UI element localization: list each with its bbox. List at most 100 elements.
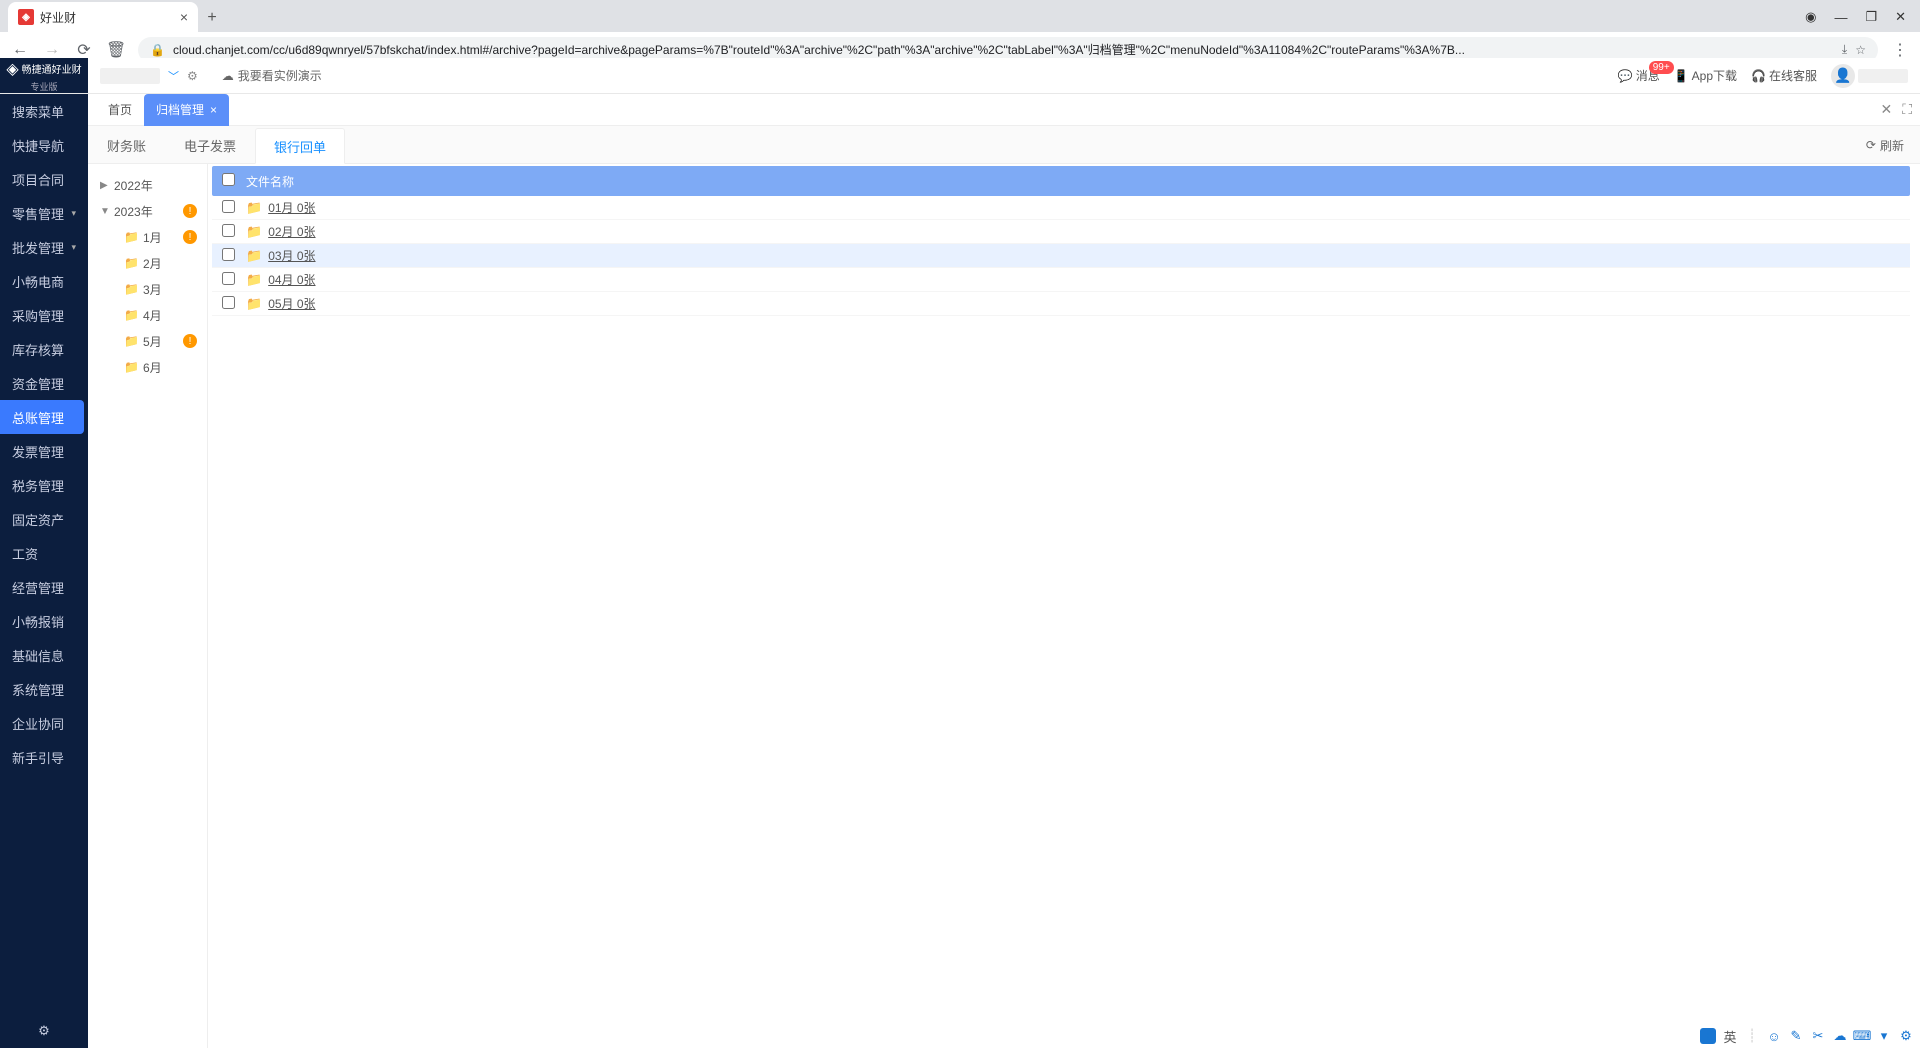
forward-icon[interactable]: → [42,41,62,59]
sidebar-item-15[interactable]: 小畅报销 [0,604,88,638]
sidebar-item-13[interactable]: 工资 [0,536,88,570]
service-button[interactable]: 🎧 在线客服 [1751,67,1817,84]
brand-block: ◈畅捷通好业财 专业版 [0,58,88,93]
close-all-icon[interactable]: ✕ [1880,101,1892,118]
sub-tab-1[interactable]: 电子发票 [165,127,255,163]
sub-tabs: 财务账电子发票银行回单 ⟳ 刷新 [88,126,1920,164]
new-tab-button[interactable]: + [198,4,226,32]
sidebar-item-9[interactable]: 总账管理 [0,400,84,434]
trash-icon[interactable]: 🗑 [106,40,126,60]
file-link[interactable]: 05月 0张 [268,295,315,312]
app-download-button[interactable]: 📱 App下载 [1674,67,1737,84]
sidebar-item-3[interactable]: 零售管理▾ [0,196,88,230]
tree-month-3[interactable]: 📁 4月 [88,302,207,328]
tree-month-1[interactable]: 📁 2月 [88,250,207,276]
tree-month-0[interactable]: 📁 1月! [88,224,207,250]
table-row[interactable]: 📁 04月 0张 [212,268,1910,292]
alert-badge-icon: ! [183,230,197,244]
chevron-down-icon: ▾ [71,208,76,219]
tree-year-1[interactable]: ▼2023年! [88,198,207,224]
account-icon[interactable]: ◉ [1805,9,1816,25]
sidebar-item-6[interactable]: 采购管理 [0,298,88,332]
row-checkbox[interactable] [222,224,235,237]
sidebar-item-17[interactable]: 系统管理 [0,672,88,706]
sidebar-item-5[interactable]: 小畅电商 [0,264,88,298]
window-controls: ◉ — ❐ ✕ [1805,2,1920,32]
close-icon[interactable]: × [210,103,217,117]
user-menu[interactable]: 👤 [1831,64,1908,88]
caret-right-icon: ▶ [100,180,110,191]
tree-month-label: 1月 [143,229,162,246]
table-row[interactable]: 📁01月 0张 [212,196,1910,220]
ime-sep: ┊ [1744,1028,1760,1044]
messages-button[interactable]: 💬 消息 99+ [1618,67,1660,84]
tree-year-label: 2023年 [114,203,153,220]
back-icon[interactable]: ← [10,41,30,59]
service-label: 在线客服 [1769,67,1817,84]
close-icon[interactable]: × [180,9,188,25]
table-row[interactable]: 📁02月 0张 [212,220,1910,244]
reload-icon[interactable]: ⟳ [74,40,94,60]
row-checkbox[interactable] [222,200,235,213]
file-link[interactable]: 02月 0张 [268,223,315,240]
sidebar-item-4[interactable]: 批发管理▾ [0,230,88,264]
gear-icon[interactable]: ⚙ [187,69,198,83]
ime-scissors-icon[interactable]: ✂ [1810,1028,1826,1044]
sidebar-item-18[interactable]: 企业协同 [0,706,88,740]
sub-tab-0[interactable]: 财务账 [88,127,165,163]
fullscreen-icon[interactable]: ⛶ [1902,101,1912,118]
tree-year-0[interactable]: ▶2022年 [88,172,207,198]
tree-month-5[interactable]: 📁 6月 [88,354,207,380]
folder-icon: 📁 [124,334,139,348]
ime-keyboard-icon[interactable]: ⌨ [1854,1028,1870,1044]
sub-tab-2[interactable]: 银行回单 [255,128,345,164]
page-tab-1[interactable]: 归档管理× [144,94,229,126]
ime-lang[interactable]: 英 [1722,1028,1738,1044]
select-all-checkbox[interactable] [222,173,235,186]
file-link[interactable]: 03月 0张 [268,247,315,264]
ime-cloud-icon[interactable]: ☁ [1832,1028,1848,1044]
minimize-icon[interactable]: — [1834,10,1847,25]
folder-icon: 📁 [246,272,262,288]
ime-emoji-icon[interactable]: ☺ [1766,1028,1782,1044]
sidebar-item-0[interactable]: 搜索菜单 [0,94,88,128]
ime-main[interactable]: 王 [1700,1028,1716,1044]
sidebar-item-7[interactable]: 库存核算 [0,332,88,366]
ime-down-icon[interactable]: ▾ [1876,1028,1892,1044]
maximize-icon[interactable]: ❐ [1865,9,1877,25]
star-icon[interactable]: ☆ [1855,43,1866,57]
table-row[interactable]: 📁05月 0张 [212,292,1910,316]
file-link[interactable]: 01月 0张 [268,199,315,216]
org-selector[interactable]: ﹀ ⚙ [88,68,210,84]
sidebar-item-8[interactable]: 资金管理 [0,366,88,400]
menu-icon[interactable]: ⋮ [1890,40,1910,60]
sidebar-item-11[interactable]: 税务管理 [0,468,88,502]
browser-tab[interactable]: ◈ 好业财 × [8,2,198,32]
sidebar-item-label: 固定资产 [12,510,64,529]
sidebar-item-label: 资金管理 [12,374,64,393]
sidebar-item-2[interactable]: 项目合同 [0,162,88,196]
sidebar-item-12[interactable]: 固定资产 [0,502,88,536]
row-checkbox[interactable] [222,296,235,309]
close-window-icon[interactable]: ✕ [1895,9,1906,25]
page-tab-0[interactable]: 首页 [96,94,144,126]
tree-month-label: 5月 [143,333,162,350]
tree-month-2[interactable]: 📁 3月 [88,276,207,302]
sidebar-item-14[interactable]: 经营管理 [0,570,88,604]
row-checkbox[interactable] [222,248,235,261]
ime-edit-icon[interactable]: ✎ [1788,1028,1804,1044]
sidebar-item-10[interactable]: 发票管理 [0,434,88,468]
refresh-button[interactable]: ⟳ 刷新 [1866,127,1904,163]
install-icon[interactable]: ⤓ [1842,42,1847,57]
tree-month-4[interactable]: 📁 5月! [88,328,207,354]
table-row[interactable]: 📁03月 0张 [212,244,1910,268]
sidebar-item-1[interactable]: 快捷导航 [0,128,88,162]
row-checkbox[interactable] [222,272,235,285]
tree-month-label: 3月 [143,281,162,298]
sidebar-settings-icon[interactable]: ⚙ [0,1014,88,1048]
sidebar-item-19[interactable]: 新手引导 [0,740,88,774]
demo-link[interactable]: ☁ 我要看实例演示 [222,67,322,84]
ime-gear-icon[interactable]: ⚙ [1898,1028,1914,1044]
file-link[interactable]: 04月 0张 [268,271,315,288]
sidebar-item-16[interactable]: 基础信息 [0,638,88,672]
